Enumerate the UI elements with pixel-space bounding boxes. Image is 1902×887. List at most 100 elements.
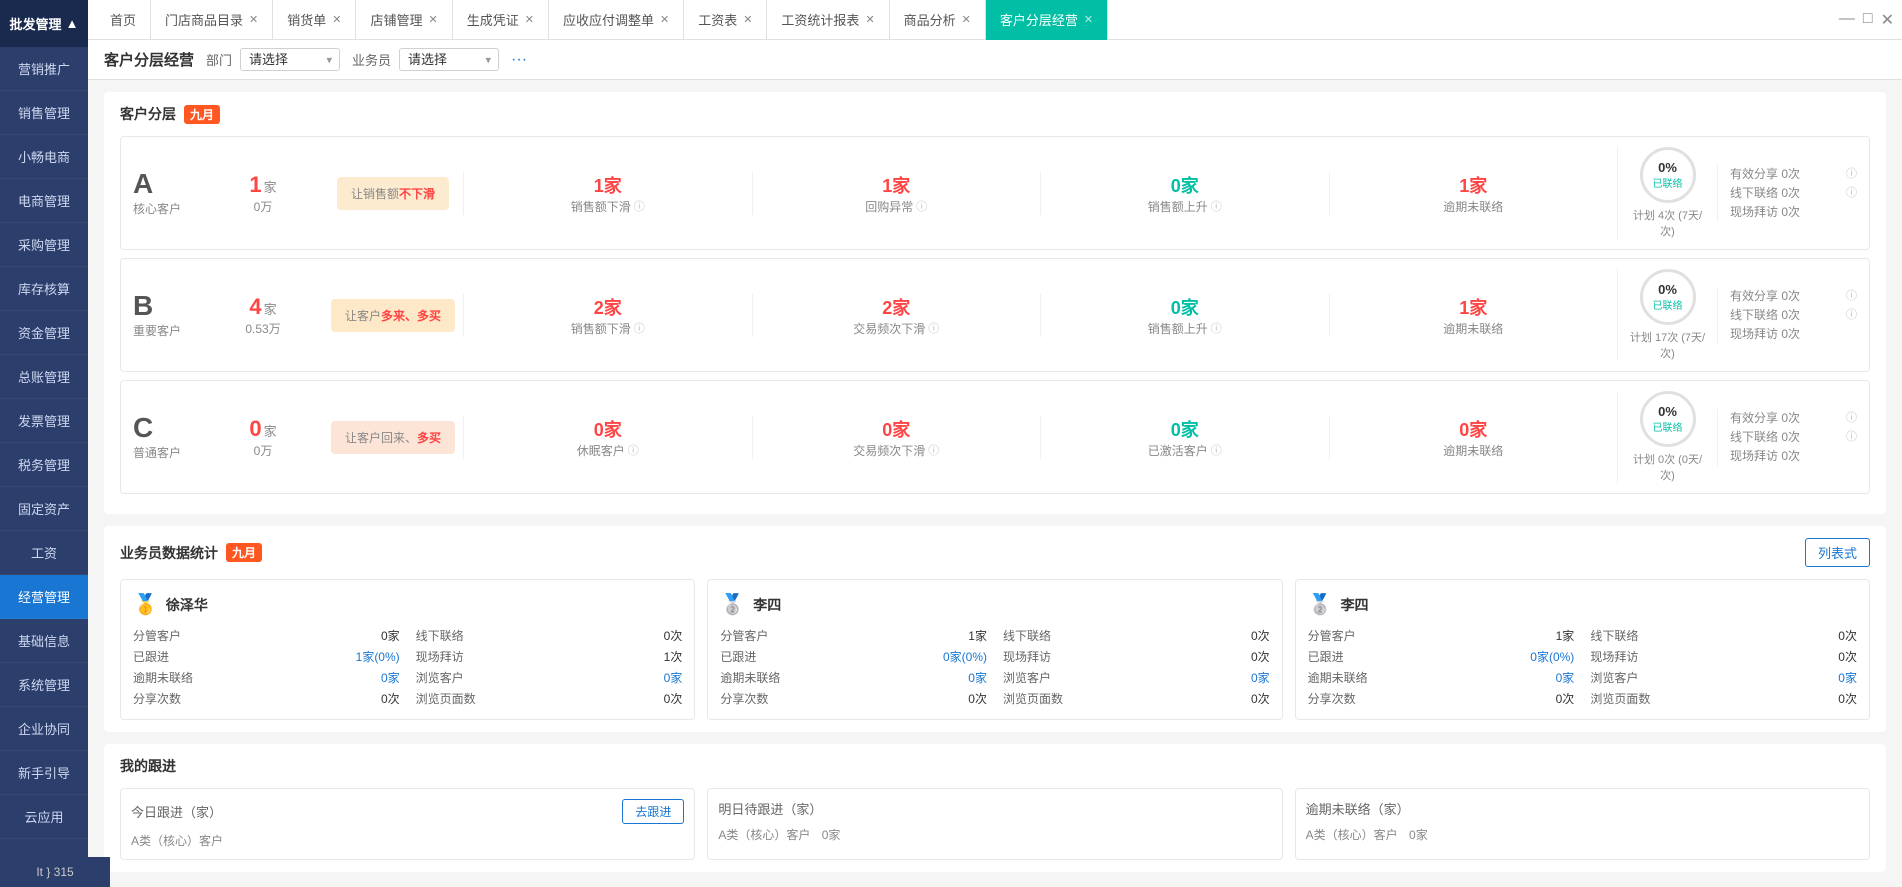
overdue-core-val: 0家 [1409,828,1428,842]
tab-9[interactable]: 客户分层经营✕ [986,0,1108,40]
agent-browse-val-0[interactable]: 0家 [664,669,683,686]
sidebar-title: 批发管理 [10,14,62,33]
tab-close-icon-3[interactable]: ✕ [429,13,438,26]
dept-select[interactable]: 请选择 [240,48,340,71]
agent-share-2: 分享次数 0次 [1308,690,1575,707]
agent-share-label-0: 分享次数 [133,690,181,707]
customer-tier-section: 客户分层 九月 A 核心客户 1 家 0万 让销售额不下滑 1家 销售额下滑 ⓘ [104,92,1886,514]
tier-stat2-2: 0家 交易频次下滑 ⓘ [752,416,1041,459]
agent-overdue-val-2[interactable]: 0家 [1556,669,1575,686]
agent-followed-val-0[interactable]: 1家(0%) [356,648,400,665]
sidebar-item-8[interactable]: 发票管理 [0,399,88,443]
tier-label-0: A 核心客户 [133,170,203,217]
sidebar-item-2[interactable]: 小畅电商 [0,135,88,179]
sidebar-item-14[interactable]: 系统管理 [0,663,88,707]
info-icon-2-2[interactable]: ⓘ [928,442,939,458]
tab-close-icon-6[interactable]: ✕ [743,13,752,26]
side-info-icon-2-2[interactable]: ⓘ [1846,428,1857,445]
side-info-icon-0-2[interactable]: ⓘ [1846,184,1857,201]
sidebar-item-3[interactable]: 电商管理 [0,179,88,223]
tab-3[interactable]: 店铺管理✕ [356,0,452,40]
agent-visit-val-2: 0次 [1838,648,1857,665]
tier-stat3-num-1: 0家 [1049,294,1321,320]
info-icon-0-3[interactable]: ⓘ [1211,198,1222,214]
tab-2[interactable]: 销货单✕ [273,0,356,40]
sidebar-item-11[interactable]: 工资 [0,531,88,575]
agent-offline-val-1: 0次 [1251,627,1270,644]
sidebar-item-7[interactable]: 总账管理 [0,355,88,399]
tab-close-icon-7[interactable]: ✕ [865,13,874,26]
tier-stat1-0: 1家 销售额下滑 ⓘ [463,172,752,215]
tab-0[interactable]: 首页 [96,0,151,40]
agent-followed-val-1[interactable]: 0家(0%) [943,648,987,665]
info-icon-1-2[interactable]: ⓘ [928,320,939,336]
agent-overdue-label-0: 逾期未联络 [133,669,193,686]
follow-grid: 今日跟进（家） 去跟进 A类（核心）客户 明日待跟进（家） A类（核心）客户 0… [120,788,1870,860]
more-options-button[interactable]: ··· [511,51,527,69]
sidebar-item-15[interactable]: 企业协同 [0,707,88,751]
tab-close-icon-5[interactable]: ✕ [660,13,669,26]
tab-close-icon-4[interactable]: ✕ [525,13,534,26]
sidebar-item-5[interactable]: 库存核算 [0,267,88,311]
tab-4[interactable]: 生成凭证✕ [453,0,549,40]
agent-filter: 业务员 请选择 [352,48,499,71]
info-icon-0-2[interactable]: ⓘ [916,198,927,214]
circle-sub-2: 已联络 [1653,419,1683,434]
list-view-button[interactable]: 列表式 [1805,538,1870,567]
side-info-icon-2-1[interactable]: ⓘ [1846,409,1857,426]
tab-1[interactable]: 门店商品目录✕ [151,0,273,40]
sidebar-item-1[interactable]: 销售管理 [0,91,88,135]
window-maximize-icon[interactable]: □ [1863,10,1873,30]
agent-followed-0: 已跟进 1家(0%) [133,648,400,665]
window-close-icon[interactable]: ✕ [1881,10,1894,30]
sidebar-item-16[interactable]: 新手引导 [0,751,88,795]
info-icon-2-1[interactable]: ⓘ [628,442,639,458]
agent-followed-val-2[interactable]: 0家(0%) [1530,648,1574,665]
agent-overdue-val-0[interactable]: 0家 [381,669,400,686]
agent-browse-pages-val-0: 0次 [664,690,683,707]
agent-overdue-val-1[interactable]: 0家 [968,669,987,686]
sidebar-item-6[interactable]: 资金管理 [0,311,88,355]
tab-6[interactable]: 工资表✕ [684,0,767,40]
agent-select[interactable]: 请选择 [399,48,499,71]
agent-header-2: 🥈 李四 [1308,592,1857,617]
tier-count-num-1: 4 [249,294,261,320]
window-minimize-icon[interactable]: — [1839,10,1855,30]
info-icon-2-3[interactable]: ⓘ [1211,442,1222,458]
side-info-icon-0-1[interactable]: ⓘ [1846,165,1857,182]
tier-name-0: 核心客户 [133,200,203,217]
agent-overdue-1: 逾期未联络 0家 [720,669,987,686]
tier-row-b: B 重要客户 4 家 0.53万 让客户多来、多买 2家 销售额下滑 ⓘ 2家 … [120,258,1870,372]
agent-offline-label-1: 线下联络 [1003,627,1051,644]
agent-browse-pages-label-1: 浏览页面数 [1003,690,1063,707]
agent-browse-val-1[interactable]: 0家 [1251,669,1270,686]
sidebar-item-10[interactable]: 固定资产 [0,487,88,531]
info-icon-0-1[interactable]: ⓘ [634,198,645,214]
tier-stat4-label-1: 逾期未联络 [1338,320,1610,337]
info-icon-1-3[interactable]: ⓘ [1211,320,1222,336]
side-info-icon-1-2[interactable]: ⓘ [1846,306,1857,323]
side-info-icon-1-1[interactable]: ⓘ [1846,287,1857,304]
agent-browse-val-2[interactable]: 0家 [1838,669,1857,686]
tab-5[interactable]: 应收应付调整单✕ [549,0,684,40]
sidebar-item-4[interactable]: 采购管理 [0,223,88,267]
tier-circle-1: 0% 已联络 计划 17次 (7天/次) [1617,269,1717,361]
tier-stat1-1: 2家 销售额下滑 ⓘ [463,294,752,337]
tab-close-icon-9[interactable]: ✕ [1084,13,1093,26]
sidebar-item-17[interactable]: 云应用 [0,795,88,839]
tab-close-icon-2[interactable]: ✕ [332,13,341,26]
tab-close-icon-1[interactable]: ✕ [249,13,258,26]
sidebar-item-12[interactable]: 经营管理 [0,575,88,619]
go-follow-button[interactable]: 去跟进 [622,799,684,824]
tier-stat1-2: 0家 休眠客户 ⓘ [463,416,752,459]
agent-share-0: 分享次数 0次 [133,690,400,707]
info-icon-1-1[interactable]: ⓘ [634,320,645,336]
sidebar-item-9[interactable]: 税务管理 [0,443,88,487]
tab-7[interactable]: 工资统计报表✕ [767,0,889,40]
sidebar-item-13[interactable]: 基础信息 [0,619,88,663]
tab-8[interactable]: 商品分析✕ [890,0,986,40]
tab-close-icon-8[interactable]: ✕ [962,13,971,26]
sidebar-item-0[interactable]: 营销推广 [0,47,88,91]
side-offline-1: 线下联络 0次 ⓘ [1730,306,1857,323]
sidebar-header[interactable]: 批发管理 ▲ [0,0,88,47]
